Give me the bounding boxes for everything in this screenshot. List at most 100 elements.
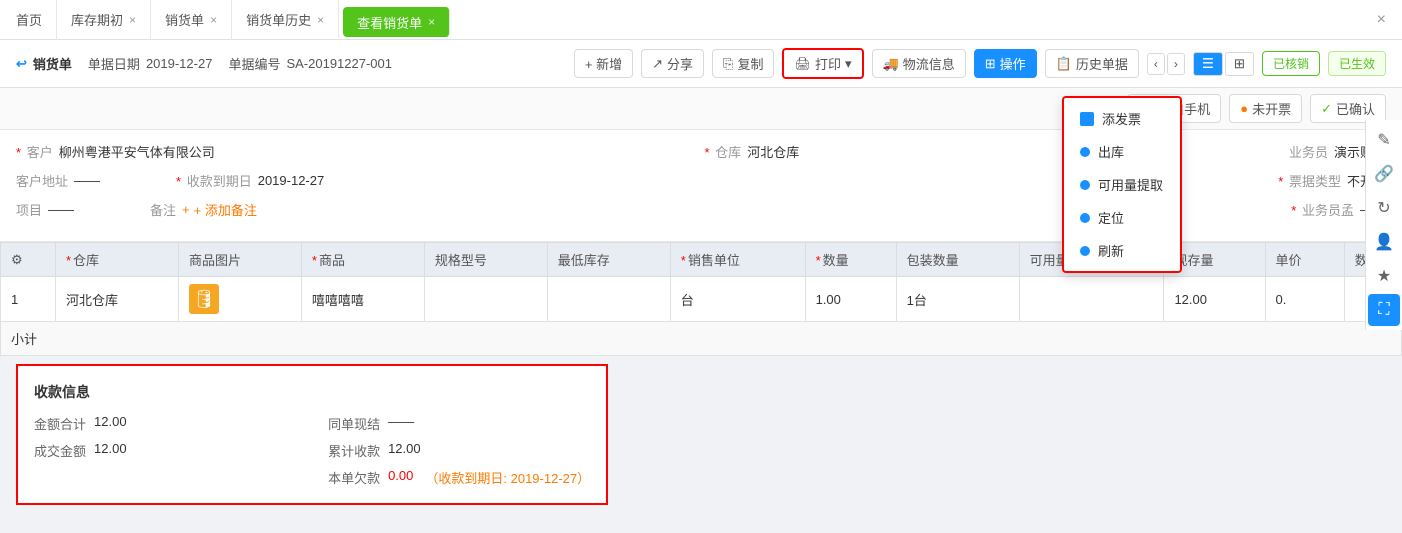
check-icon: ✓ [1321,101,1332,117]
view-toggle: ☰ ⊞ [1193,52,1254,76]
dropdown-outbound[interactable]: 出库 [1064,135,1180,168]
sidebar-edit-icon[interactable]: ✎ [1368,124,1400,156]
warehouse-field: * 仓库 河北仓库 [704,142,799,161]
row-index: 1 [1,277,56,322]
doc-number-field: 单据编号 SA-20191227-001 [228,54,392,73]
available-qty-icon [1080,180,1090,190]
subtotal-row: 小计 [1,322,1402,356]
operate-icon: ⊞ [985,56,996,72]
tab-close-view[interactable]: × [428,15,435,29]
row-pack-qty: 1台 [896,277,1019,322]
print-icon: 🖨 [794,56,811,72]
print-button[interactable]: 🖨 打印 ▾ [782,48,863,79]
tab-close-history[interactable]: × [317,13,324,27]
new-button[interactable]: + 新增 [574,49,633,78]
locate-icon [1080,213,1090,223]
row-unit-price: 0. [1265,277,1344,322]
th-settings: ⚙ [1,243,56,277]
th-spec: 规格型号 [424,243,547,277]
add-note-button[interactable]: + + 添加备注 [182,200,257,219]
th-product: *商品 [301,243,424,277]
th-unit: *销售单位 [670,243,805,277]
outbound-icon [1080,147,1090,157]
table-row: 1 河北仓库 🛢 嘻嘻嘻嘻 台 1.00 1台 12.00 0. [1,277,1402,322]
row-product: 嘻嘻嘻嘻 [301,277,424,322]
doc-number-label: 单据编号 [228,54,280,73]
tab-sales-order[interactable]: 销货单 × [151,0,232,40]
next-button[interactable]: › [1167,53,1185,75]
sub-toolbar: 📱 来自手机 ● 未开票 ✓ 已确认 [0,88,1402,130]
row-product-img: 🛢 [178,277,301,322]
product-image: 🛢 [189,284,219,314]
settings-icon: ⚙ [11,252,23,267]
th-quantity: *数量 [805,243,896,277]
same-order-col: 同单现结 —— 累计收款 12.00 本单欠款 0.00 （收款到期日: 201… [328,414,590,487]
th-pack-qty: 包装数量 [896,243,1019,277]
total-amount-row: 金额合计 12.00 成交金额 12.00 [34,414,296,487]
tab-bar: 首页 库存期初 × 销货单 × 销货单历史 × 查看销货单 × × [0,0,1402,40]
payment-date-field: * 收款到期日 2019-12-27 [176,171,324,190]
subtotal-label: 小计 [1,322,1402,356]
history-icon: 📋 [1056,56,1072,72]
row-min-stock [547,277,670,322]
row-unit: 台 [670,277,805,322]
note-field: 备注 + + 添加备注 [150,200,257,219]
dropdown-refresh[interactable]: 刷新 [1064,234,1180,267]
share-button[interactable]: ↗ 分享 [641,49,704,78]
customer-addr-field: 客户地址 —— [16,171,100,190]
document-title: ↩ 销货单 [16,54,72,73]
products-table: ⚙ *仓库 商品图片 *商品 规格型号 最低库存 *销售单位 *数量 包装数量 … [0,242,1402,356]
window-close-button[interactable]: × [1369,7,1394,33]
tab-close-sales[interactable]: × [210,13,217,27]
operate-button[interactable]: ⊞ 操作 [974,49,1037,78]
payment-info-box: 收款信息 金额合计 12.00 成交金额 12.00 同单现结 —— [16,364,608,505]
th-min-stock: 最低库存 [547,243,670,277]
sidebar-user-icon[interactable]: 👤 [1368,226,1400,258]
th-product-img: 商品图片 [178,243,301,277]
payment-info-title: 收款信息 [34,382,590,402]
tab-home[interactable]: 首页 [8,0,57,40]
th-unit-price: 单价 [1265,243,1344,277]
customer-field: * 客户 柳州粤港平安气体有限公司 [16,142,215,161]
dropdown-available-qty[interactable]: 可用量提取 [1064,168,1180,201]
sidebar-link-icon[interactable]: 🔗 [1368,158,1400,190]
prev-button[interactable]: ‹ [1147,53,1165,75]
logistics-button[interactable]: 🚚 物流信息 [872,49,966,78]
not-open-button[interactable]: ● 未开票 [1229,94,1302,123]
row-spec [424,277,547,322]
tab-sales-history[interactable]: 销货单历史 × [232,0,339,40]
sidebar-refresh-icon[interactable]: ↻ [1368,192,1400,224]
copy-button[interactable]: ⎘ 复制 [712,49,774,78]
plus-icon: + [182,202,190,217]
grid-view-button[interactable]: ⊞ [1225,52,1254,76]
tab-close-inventory[interactable]: × [129,13,136,27]
doc-date-label: 单据日期 [88,54,140,73]
row-available [1019,277,1164,322]
print-dropdown-icon: ▾ [845,56,852,72]
th-warehouse: *仓库 [55,243,178,277]
confirm-button[interactable]: ✓ 已确认 [1310,94,1386,123]
cancelled-badge: 已核销 [1262,51,1320,76]
ticket-icon: ● [1240,101,1248,116]
doc-date-value: 2019-12-27 [146,56,213,71]
row-warehouse: 河北仓库 [55,277,178,322]
dropdown-add-invoice[interactable]: 添发票 [1064,102,1180,135]
list-view-button[interactable]: ☰ [1193,52,1223,76]
sidebar-star-icon[interactable]: ★ [1368,260,1400,292]
tab-view-sales[interactable]: 查看销货单 × [343,7,450,37]
project-field: 项目 —— [16,200,74,219]
history-button[interactable]: 📋 历史单据 [1045,49,1139,78]
dropdown-locate[interactable]: 定位 [1064,201,1180,234]
tab-inventory-init[interactable]: 库存期初 × [57,0,151,40]
payment-info-grid: 金额合计 12.00 成交金额 12.00 同单现结 —— 累计收款 [34,414,590,487]
table-container: ⚙ *仓库 商品图片 *商品 规格型号 最低库存 *销售单位 *数量 包装数量 … [0,242,1402,356]
operate-dropdown: 添发票 出库 可用量提取 定位 刷新 [1062,96,1182,273]
nav-arrows: ‹ › [1147,53,1185,75]
doc-number-value: SA-20191227-001 [286,56,392,71]
share-icon: ↗ [652,56,663,72]
invoice-icon [1080,112,1094,126]
row-quantity: 1.00 [805,277,896,322]
doc-actions: + 新增 ↗ 分享 ⎘ 复制 🖨 打印 ▾ 🚚 物流信息 ⊞ 操作 [574,48,1386,79]
sidebar-fullscreen-icon[interactable]: ⛶ [1368,294,1400,326]
bottom-section: 收款信息 金额合计 12.00 成交金额 12.00 同单现结 —— [0,356,1402,529]
